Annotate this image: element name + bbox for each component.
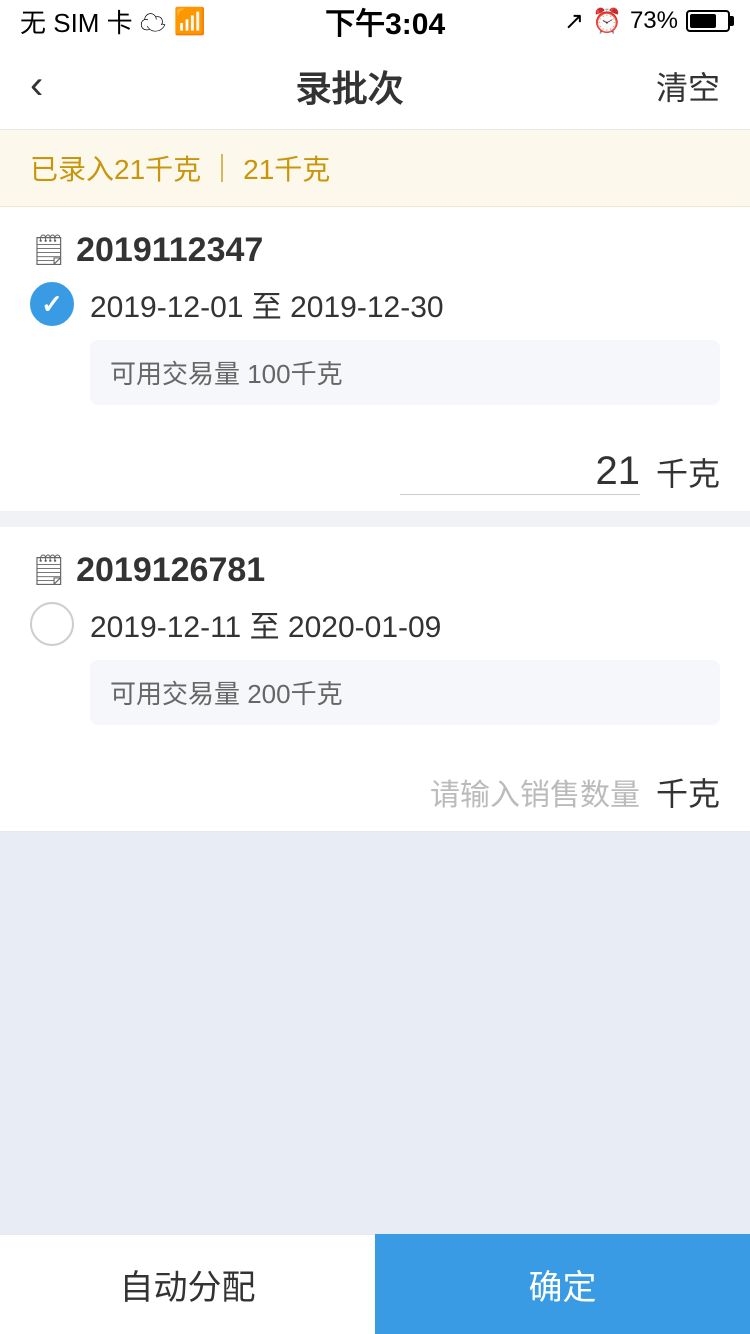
status-right: ↗ ⏰ 73% bbox=[564, 7, 730, 36]
batch2-date: 2019-12-11 至 2020-01-09 bbox=[90, 602, 441, 646]
batch2-input-placeholder: 请输入销售数量 bbox=[30, 770, 640, 814]
status-bar: 无 SIM 卡 ☁ 📶 下午3:04 ↗ ⏰ 73% bbox=[0, 0, 750, 42]
nav-bar: ‹ 录批次 清空 bbox=[0, 42, 750, 130]
batch1-item: 🗒 2019112347 2019-12-01 至 2019-12-30 可用交… bbox=[0, 207, 750, 429]
location-icon: ↗ bbox=[564, 7, 584, 36]
summary-bar: 已录入21千克 21千克 bbox=[0, 130, 750, 207]
batch2-header: 🗒 2019126781 bbox=[30, 551, 720, 590]
batch2-input-row: 请输入销售数量 千克 bbox=[0, 749, 750, 832]
section-gap-1 bbox=[0, 511, 750, 527]
battery-pct: 73% bbox=[630, 7, 678, 35]
batch1-date-row[interactable]: 2019-12-01 至 2019-12-30 bbox=[30, 282, 720, 326]
batch1-date: 2019-12-01 至 2019-12-30 bbox=[90, 282, 444, 326]
batch1-icon: 🗒 bbox=[30, 233, 68, 268]
batch1-quantity-row: 千克 bbox=[0, 429, 750, 511]
batch2-id: 2019126781 bbox=[76, 551, 265, 590]
batch1-id: 2019112347 bbox=[76, 231, 263, 270]
batch1-avail: 可用交易量 100千克 bbox=[90, 340, 720, 405]
batch2-radio[interactable] bbox=[30, 602, 74, 646]
bottom-bar: 自动分配 确定 bbox=[0, 1234, 750, 1334]
summary-divider bbox=[221, 154, 223, 182]
confirm-button[interactable]: 确定 bbox=[375, 1234, 750, 1334]
batch1-quantity-input[interactable] bbox=[400, 449, 640, 495]
batch2-card: 🗒 2019126781 2019-12-11 至 2020-01-09 可用交… bbox=[0, 527, 750, 832]
status-left: 无 SIM 卡 ☁ 📶 bbox=[20, 3, 206, 40]
batch1-card: 🗒 2019112347 2019-12-01 至 2019-12-30 可用交… bbox=[0, 207, 750, 511]
clear-button[interactable]: 清空 bbox=[656, 63, 720, 109]
batch1-unit: 千克 bbox=[656, 449, 720, 495]
batch2-date-row[interactable]: 2019-12-11 至 2020-01-09 bbox=[30, 602, 720, 646]
battery-icon bbox=[686, 10, 730, 32]
back-button[interactable]: ‹ bbox=[30, 63, 43, 108]
batch1-header: 🗒 2019112347 bbox=[30, 231, 720, 270]
alarm-icon: ⏰ bbox=[592, 7, 622, 36]
batch2-icon: 🗒 bbox=[30, 553, 68, 588]
empty-area bbox=[0, 832, 750, 1292]
auto-distribute-button[interactable]: 自动分配 bbox=[0, 1234, 375, 1334]
status-time: 下午3:04 bbox=[325, 0, 445, 43]
batch2-item: 🗒 2019126781 2019-12-11 至 2020-01-09 可用交… bbox=[0, 527, 750, 749]
sim-label: 无 SIM 卡 ☁ bbox=[20, 3, 166, 40]
batch2-unit: 千克 bbox=[656, 769, 720, 815]
summary-label: 已录入21千克 bbox=[30, 148, 201, 188]
batch1-radio[interactable] bbox=[30, 282, 74, 326]
summary-value: 21千克 bbox=[243, 148, 330, 188]
page-title: 录批次 bbox=[296, 60, 404, 112]
wifi-icon: 📶 bbox=[174, 6, 206, 37]
batch2-avail: 可用交易量 200千克 bbox=[90, 660, 720, 725]
